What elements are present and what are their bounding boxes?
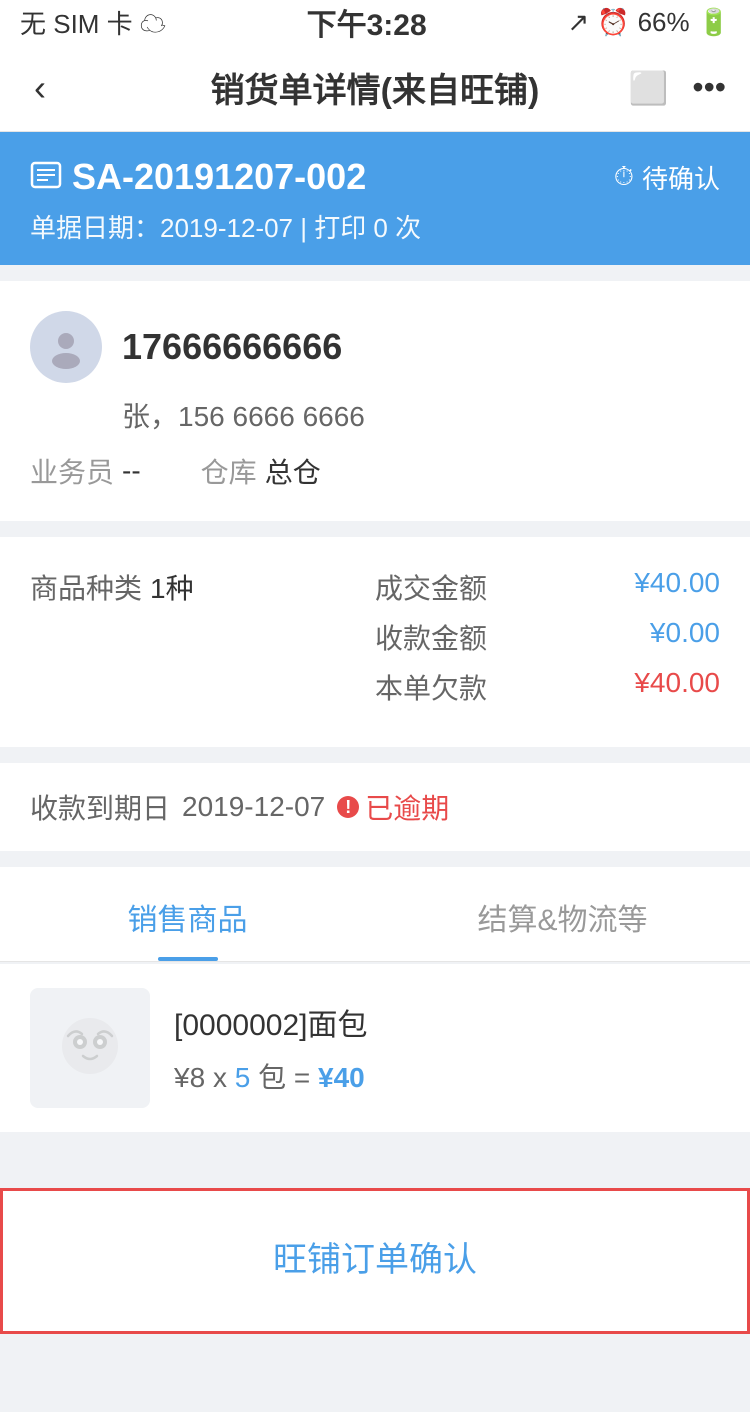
product-equals: =: [294, 1062, 318, 1093]
share-icon[interactable]: ⬜: [629, 69, 669, 107]
product-details: [0000002]面包 ¥8 x 5 包 = ¥40: [174, 1000, 720, 1096]
due-date-card: 收款到期日 2019-12-07 ! 已逾期: [0, 763, 750, 851]
order-icon: [30, 156, 62, 198]
tab-sales-products[interactable]: 销售商品: [0, 867, 375, 961]
product-multiply: x: [213, 1062, 235, 1093]
order-header: SA-20191207-002 ⏱ 待确认 单据日期：2019-12-07 | …: [0, 132, 750, 265]
nav-bar: ‹ 销货单详情(来自旺铺) ⬜ •••: [0, 44, 750, 132]
owed-label: 本单欠款: [375, 667, 487, 707]
alarm-icon: ⏰: [597, 7, 629, 38]
received-label: 收款金额: [375, 617, 487, 657]
product-types-label: 商品种类: [30, 567, 142, 607]
order-date: 单据日期：2019-12-07 | 打印 0 次: [30, 208, 720, 245]
transaction-value: ¥40.00: [634, 567, 720, 607]
nav-actions: ⬜ •••: [629, 69, 726, 107]
warehouse-value: 总仓: [265, 451, 321, 491]
tab-sales-products-label: 销售商品: [128, 904, 248, 937]
customer-meta: 业务员 -- 仓库 总仓: [30, 451, 720, 491]
status-time: 下午3:28: [307, 0, 427, 44]
avatar: [30, 311, 102, 383]
product-quantity: 5: [235, 1062, 251, 1093]
order-status: ⏱ 待确认: [614, 159, 720, 196]
sales-rep-value: --: [122, 455, 141, 487]
battery-icon: 🔋: [698, 7, 730, 38]
order-id: SA-20191207-002: [30, 156, 366, 198]
more-icon[interactable]: •••: [692, 69, 726, 106]
product-unit: 包: [258, 1062, 286, 1093]
summary-card: 商品种类 1种 成交金额 ¥40.00 收款金额 ¥0.00 本单欠款 ¥40.…: [0, 537, 750, 747]
overdue-badge: ! 已逾期: [337, 787, 449, 827]
confirm-button[interactable]: 旺铺订单确认: [33, 1211, 717, 1301]
sales-rep-label: 业务员: [30, 451, 114, 491]
clock-icon: ⏱: [614, 161, 634, 193]
battery-text: 66%: [638, 7, 690, 38]
product-types-value: 1种: [150, 567, 194, 607]
order-status-text: 待确认: [642, 159, 720, 196]
customer-card: 17666666666 张，156 6666 6666 业务员 -- 仓库 总仓: [0, 281, 750, 521]
status-left: 无 SIM 卡 ☁: [20, 4, 166, 41]
received-value: ¥0.00: [650, 617, 720, 657]
tab-settlement[interactable]: 结算&物流等: [375, 867, 750, 961]
signal-text: 无 SIM 卡 ☁: [20, 4, 166, 41]
product-unit-price: ¥8: [174, 1062, 205, 1093]
product-name: [0000002]面包: [174, 1000, 720, 1044]
back-button[interactable]: ‹: [24, 57, 56, 119]
location-icon: ↗: [567, 7, 589, 38]
customer-name: 张，156 6666 6666: [30, 395, 720, 435]
tabs-container: 销售商品 结算&物流等: [0, 867, 750, 962]
overdue-icon: !: [337, 796, 359, 818]
customer-phone: 17666666666: [122, 326, 342, 368]
owed-value: ¥40.00: [634, 667, 720, 707]
product-price: ¥8 x 5 包 = ¥40: [174, 1056, 720, 1096]
status-bar: 无 SIM 卡 ☁ 下午3:28 ↗ ⏰ 66% 🔋: [0, 0, 750, 44]
product-total: ¥40: [318, 1062, 365, 1093]
due-date-label: 收款到期日: [30, 787, 170, 827]
tab-settlement-label: 结算&物流等: [477, 904, 647, 937]
status-right: ↗ ⏰ 66% 🔋: [567, 7, 730, 38]
product-image: [30, 988, 150, 1108]
overdue-text: 已逾期: [365, 787, 449, 827]
page-title: 销货单详情(来自旺铺): [211, 63, 540, 112]
confirm-button-wrapper: 旺铺订单确认: [0, 1188, 750, 1334]
warehouse-label: 仓库: [201, 451, 257, 491]
transaction-label: 成交金额: [375, 567, 487, 607]
due-date-value: 2019-12-07: [182, 791, 325, 823]
order-id-text: SA-20191207-002: [72, 156, 366, 198]
product-card: [0000002]面包 ¥8 x 5 包 = ¥40: [0, 964, 750, 1132]
